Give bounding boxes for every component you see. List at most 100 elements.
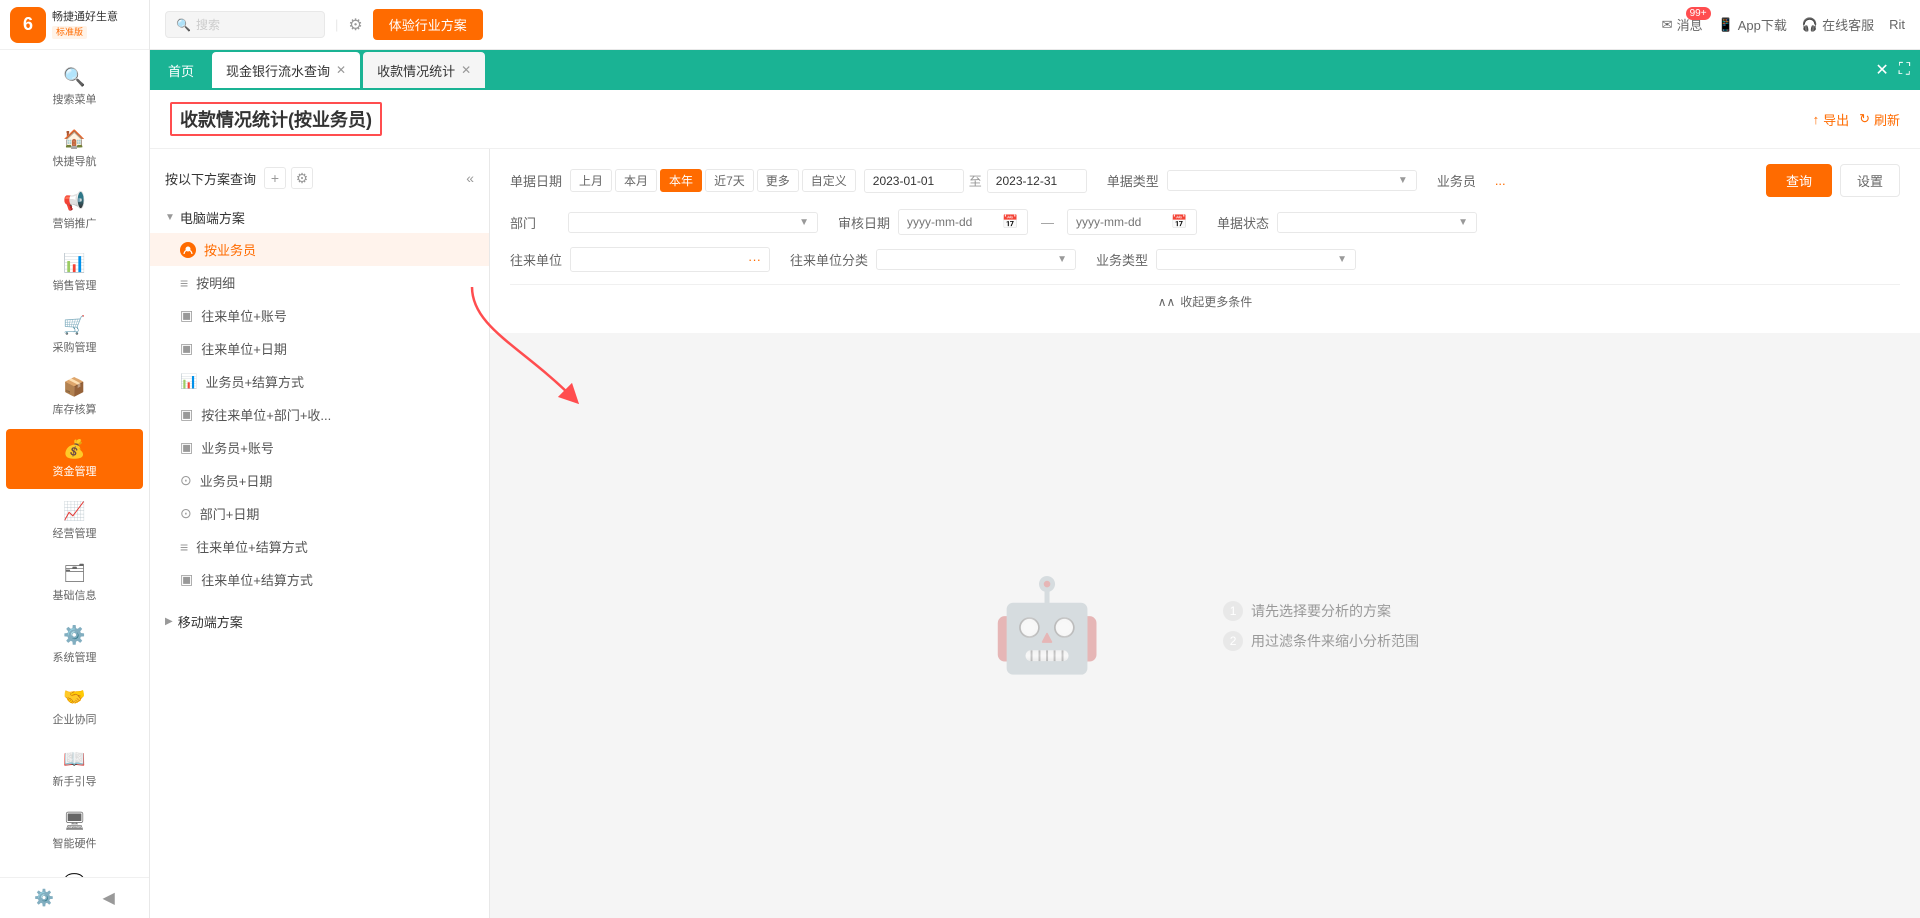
filter-item-by-detail[interactable]: ≡ 按明细 bbox=[150, 266, 489, 299]
audit-date-to-input[interactable] bbox=[1076, 215, 1166, 229]
filter-item-dept-date[interactable]: ⊙ 部门+日期 bbox=[150, 497, 489, 530]
query-area: 单据日期 上月 本月 本年 近7天 更多 自定义 至 bbox=[490, 149, 1920, 918]
audit-date-to-calendar-icon[interactable]: 📅 bbox=[1171, 214, 1187, 230]
tab-bank-flow[interactable]: 现金银行流水查询 ✕ bbox=[212, 52, 360, 88]
messages-area[interactable]: ✉ 消息 99+ bbox=[1662, 15, 1703, 34]
desktop-section: ▼ 电脑端方案 按业务员 ≡ 按明细 ▣ 往来单位+账号 bbox=[150, 197, 489, 601]
filter-item-unit-date[interactable]: ▣ 往来单位+日期 bbox=[150, 332, 489, 365]
sidebar-item-search-menu[interactable]: 🔍 搜索菜单 bbox=[6, 57, 143, 117]
export-button[interactable]: ↑ 导出 bbox=[1813, 110, 1850, 129]
filter-item-dept-date-label: 部门+日期 bbox=[200, 504, 260, 523]
tab-collection-stats[interactable]: 收款情况统计 ✕ bbox=[363, 52, 485, 88]
sidebar-item-operation[interactable]: 📈 经营管理 bbox=[6, 491, 143, 551]
topbar-search-box[interactable]: 🔍 搜索 bbox=[165, 11, 325, 38]
filter-panel: 按以下方案查询 + ⚙ « ▼ 电脑端方案 按 bbox=[150, 149, 490, 918]
form-actions: 查询 设置 bbox=[1766, 164, 1900, 197]
trial-button[interactable]: 体验行业方案 bbox=[373, 9, 483, 40]
collapse-bar[interactable]: ∧∧ 收起更多条件 bbox=[510, 284, 1900, 318]
sidebar-settings-icon[interactable]: ⚙️ bbox=[34, 888, 54, 908]
unit-settlement1-icon: ≡ bbox=[180, 539, 188, 555]
dept-select[interactable]: ▼ bbox=[568, 212, 818, 233]
messages-badge: 99+ bbox=[1686, 7, 1711, 20]
online-service-area[interactable]: 🎧 在线客服 bbox=[1802, 15, 1874, 34]
unit-more-dots[interactable]: ··· bbox=[748, 252, 761, 267]
audit-date-from-picker[interactable]: 📅 bbox=[898, 209, 1028, 235]
date-to-input[interactable] bbox=[987, 169, 1087, 193]
filter-collapse-button[interactable]: « bbox=[466, 170, 474, 186]
hint-item-1: 1 请先选择要分析的方案 bbox=[1223, 601, 1391, 621]
voucher-status-select[interactable]: ▼ bbox=[1277, 212, 1477, 233]
tabs-bar: 首页 现金银行流水查询 ✕ 收款情况统计 ✕ ✕ ⛶ bbox=[150, 50, 1920, 90]
app-download-area[interactable]: 📱 App下载 bbox=[1718, 15, 1787, 34]
enterprise-icon: 🤝 bbox=[63, 687, 85, 708]
robot-illustration: 🤖 bbox=[991, 573, 1103, 678]
settings-button[interactable]: 设置 bbox=[1840, 164, 1900, 197]
filter-item-salesperson-account[interactable]: ▣ 业务员+账号 bbox=[150, 431, 489, 464]
sidebar-label-operation: 经营管理 bbox=[53, 525, 97, 541]
filter-add-button[interactable]: + bbox=[264, 167, 286, 189]
filter-item-unit-date-label: 往来单位+日期 bbox=[201, 339, 287, 358]
voucher-type-select[interactable]: ▼ bbox=[1167, 170, 1417, 191]
sidebar-item-finance[interactable]: 💰 资金管理 bbox=[6, 429, 143, 489]
date-tab-this-year[interactable]: 本年 bbox=[660, 169, 702, 192]
sidebar-collapse-icon[interactable]: ◀ bbox=[102, 888, 114, 908]
filter-item-unit-dept-collect[interactable]: ▣ 按往来单位+部门+收... bbox=[150, 398, 489, 431]
search-icon: 🔍 bbox=[176, 18, 191, 32]
filter-item-salesperson-settlement[interactable]: 📊 业务员+结算方式 bbox=[150, 365, 489, 398]
desktop-section-header[interactable]: ▼ 电脑端方案 bbox=[150, 202, 489, 233]
date-tabs: 上月 本月 本年 近7天 更多 自定义 bbox=[570, 169, 856, 192]
audit-date-to-picker[interactable]: 📅 bbox=[1067, 209, 1197, 235]
basic-icon: 🗂 bbox=[63, 563, 86, 584]
filter-panel-header: 按以下方案查询 + ⚙ « bbox=[150, 159, 489, 197]
sidebar-item-quick-nav[interactable]: 🏠 快捷导航 bbox=[6, 119, 143, 179]
date-range-inputs: 至 bbox=[864, 169, 1087, 193]
sidebar-item-system[interactable]: ⚙️ 系统管理 bbox=[6, 615, 143, 675]
filter-settings-button[interactable]: ⚙ bbox=[291, 167, 313, 189]
filter-item-by-salesperson[interactable]: 按业务员 bbox=[150, 233, 489, 266]
tabs-close-icon[interactable]: ✕ bbox=[1875, 60, 1888, 80]
tab-bank-flow-close[interactable]: ✕ bbox=[336, 63, 346, 77]
sidebar-item-guide[interactable]: 📖 新手引导 bbox=[6, 739, 143, 799]
sidebar-item-enterprise[interactable]: 🤝 企业协同 bbox=[6, 677, 143, 737]
form-row-3: 往来单位 ··· 往来单位分类 ▼ 业务类型 bbox=[510, 247, 1900, 272]
filter-item-unit-account[interactable]: ▣ 往来单位+账号 bbox=[150, 299, 489, 332]
date-tab-7days[interactable]: 近7天 bbox=[705, 169, 754, 192]
sidebar-label-basic: 基础信息 bbox=[53, 587, 97, 603]
filter-item-unit-settlement1[interactable]: ≡ 往来单位+结算方式 bbox=[150, 530, 489, 563]
audit-date-separator: — bbox=[1036, 215, 1059, 230]
mobile-section-header[interactable]: ▶ 移动端方案 bbox=[150, 606, 489, 637]
audit-date-from-calendar-icon[interactable]: 📅 bbox=[1002, 214, 1018, 230]
username-display: Rit bbox=[1889, 17, 1905, 32]
salesperson-more-dots[interactable]: ... bbox=[1495, 173, 1506, 188]
sidebar-item-wechat[interactable]: 💬 企业微信 bbox=[6, 863, 143, 877]
sidebar-item-purchase[interactable]: 🛒 采购管理 bbox=[6, 305, 143, 365]
date-from-input[interactable] bbox=[864, 169, 964, 193]
topbar-gear-icon[interactable]: ⚙ bbox=[348, 15, 362, 35]
audit-date-from-input[interactable] bbox=[907, 215, 997, 229]
sidebar-item-marketing[interactable]: 📢 营销推广 bbox=[6, 181, 143, 241]
date-tab-more[interactable]: 更多 bbox=[757, 169, 799, 192]
filter-panel-header-left: 按以下方案查询 + ⚙ bbox=[165, 167, 313, 189]
sidebar-item-hardware[interactable]: 🖥 智能硬件 bbox=[6, 801, 143, 861]
filter-item-salesperson-date[interactable]: ⊙ 业务员+日期 bbox=[150, 464, 489, 497]
sidebar-item-basic[interactable]: 🗂 基础信息 bbox=[6, 553, 143, 613]
search-menu-icon: 🔍 bbox=[63, 67, 85, 88]
sidebar-item-inventory[interactable]: 📦 库存核算 bbox=[6, 367, 143, 427]
query-button[interactable]: 查询 bbox=[1766, 164, 1832, 197]
form-row-2: 部门 ▼ 审核日期 📅 — bbox=[510, 209, 1900, 235]
filter-item-unit-settlement2[interactable]: ▣ 往来单位+结算方式 bbox=[150, 563, 489, 596]
sidebar-item-sales[interactable]: 📊 销售管理 bbox=[6, 243, 143, 303]
tabs-expand-icon[interactable]: ⛶ bbox=[1899, 61, 1910, 79]
date-tab-this-month[interactable]: 本月 bbox=[615, 169, 657, 192]
mobile-arrow-icon: ▶ bbox=[165, 616, 173, 627]
operation-icon: 📈 bbox=[63, 501, 85, 522]
date-tab-last-month[interactable]: 上月 bbox=[570, 169, 612, 192]
date-tab-custom[interactable]: 自定义 bbox=[802, 169, 856, 192]
salesperson-settlement-icon: 📊 bbox=[180, 373, 197, 390]
tab-home[interactable]: 首页 bbox=[150, 50, 212, 90]
unit-category-select[interactable]: ▼ bbox=[876, 249, 1076, 270]
refresh-button[interactable]: ↻ 刷新 bbox=[1859, 110, 1900, 129]
biz-type-select[interactable]: ▼ bbox=[1156, 249, 1356, 270]
tab-collection-stats-close[interactable]: ✕ bbox=[461, 63, 471, 77]
unit-select[interactable]: ··· bbox=[570, 247, 770, 272]
